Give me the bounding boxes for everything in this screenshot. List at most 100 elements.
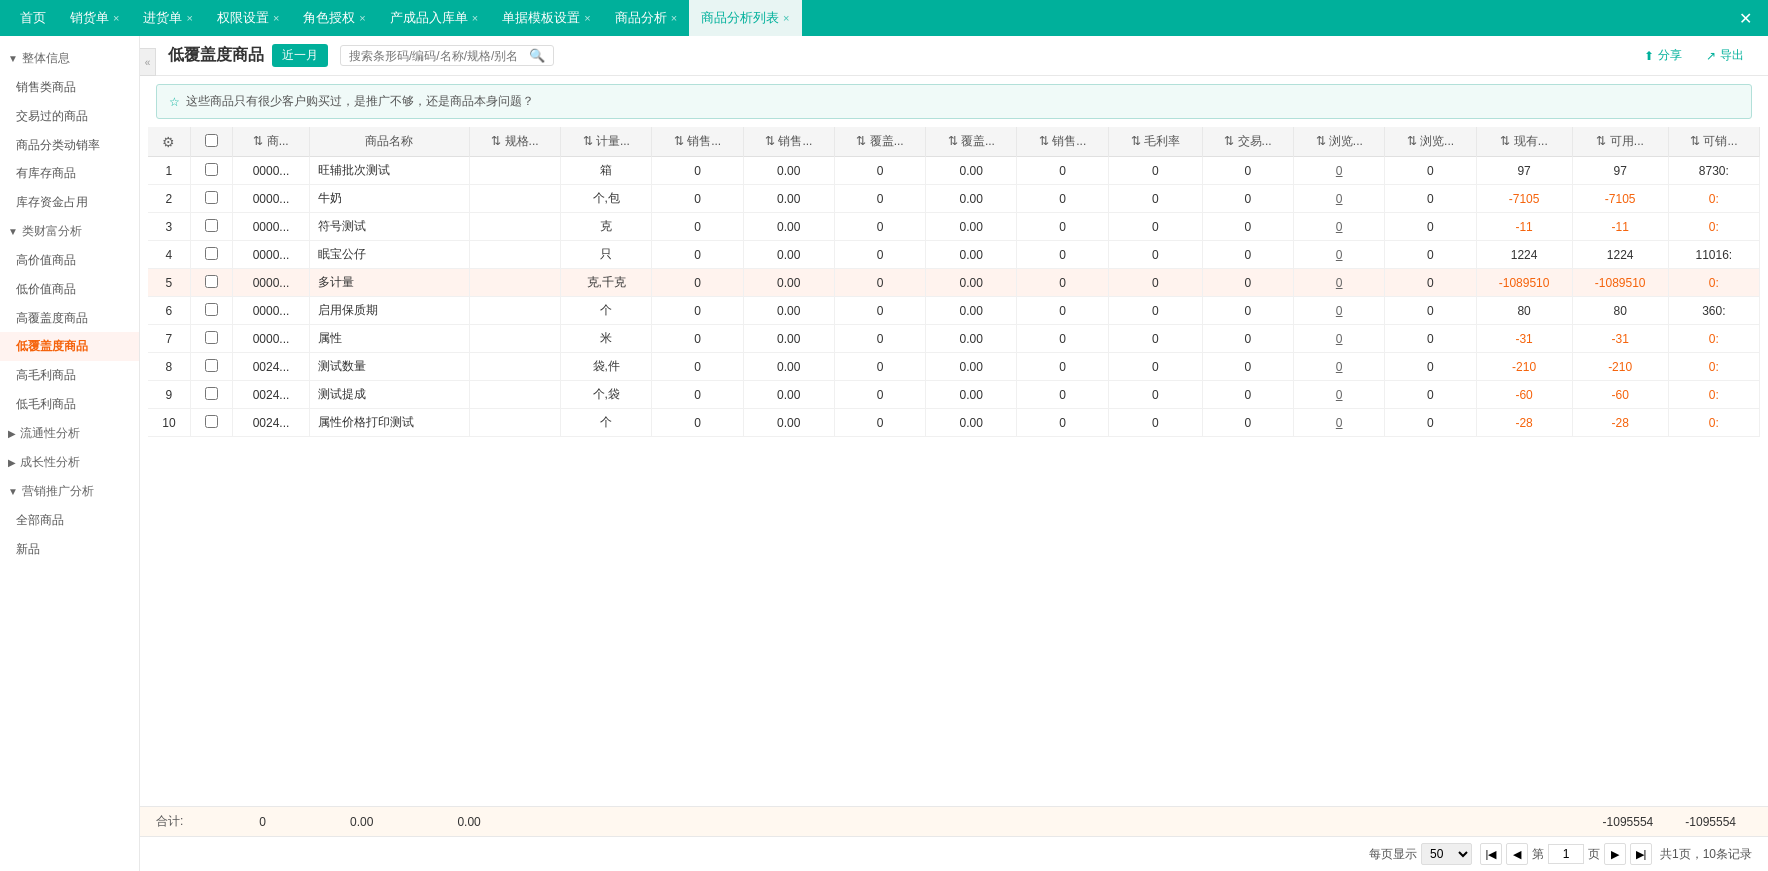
nav-purchase-order[interactable]: 进货单 ×: [131, 0, 204, 36]
row-browse1[interactable]: 0: [1294, 213, 1385, 241]
col-checkbox[interactable]: [190, 127, 233, 157]
per-page-dropdown[interactable]: 50 100 200: [1421, 843, 1472, 865]
row-browse1[interactable]: 0: [1294, 297, 1385, 325]
row-checkbox[interactable]: [190, 381, 233, 409]
sidebar-collapse-button[interactable]: «: [140, 48, 156, 76]
nav-role-auth[interactable]: 角色授权 ×: [291, 0, 377, 36]
search-icon[interactable]: 🔍: [529, 48, 545, 63]
row-select-checkbox[interactable]: [205, 303, 218, 316]
row-select-checkbox[interactable]: [205, 163, 218, 176]
row-select-checkbox[interactable]: [205, 191, 218, 204]
col-name[interactable]: 商品名称: [309, 127, 469, 157]
col-sales-amount[interactable]: ⇅ 销售...: [743, 127, 834, 157]
prev-page-button[interactable]: ◀: [1506, 843, 1528, 865]
close-icon[interactable]: ×: [273, 12, 279, 24]
col-gross-rate[interactable]: ⇅ 毛利率: [1108, 127, 1202, 157]
row-select-checkbox[interactable]: [205, 247, 218, 260]
sidebar-item-stock-capital[interactable]: 库存资金占用: [0, 188, 139, 217]
col-sellable[interactable]: ⇅ 可销...: [1668, 127, 1759, 157]
row-checkbox[interactable]: [190, 241, 233, 269]
sidebar-item-sales-goods[interactable]: 销售类商品: [0, 73, 139, 102]
table-wrapper[interactable]: ⚙ ⇅ 商... 商品名称 ⇅ 规格... ⇅ 计量... ⇅ 销售... ⇅ …: [148, 127, 1760, 806]
close-icon[interactable]: ×: [359, 12, 365, 24]
sidebar-item-category-rate[interactable]: 商品分类动销率: [0, 131, 139, 160]
nav-template-settings[interactable]: 单据模板设置 ×: [490, 0, 602, 36]
row-select-checkbox[interactable]: [205, 219, 218, 232]
row-browse1[interactable]: 0: [1294, 409, 1385, 437]
sidebar-section-growth[interactable]: ▶ 成长性分析: [0, 448, 139, 477]
row-browse2: 0: [1385, 185, 1476, 213]
col-coverage1[interactable]: ⇅ 覆盖...: [834, 127, 925, 157]
sidebar-item-all-goods[interactable]: 全部商品: [0, 506, 139, 535]
row-select-checkbox[interactable]: [205, 415, 218, 428]
col-current[interactable]: ⇅ 现有...: [1476, 127, 1572, 157]
row-browse1[interactable]: 0: [1294, 381, 1385, 409]
col-sales3[interactable]: ⇅ 销售...: [1017, 127, 1108, 157]
sidebar-item-high-margin[interactable]: 高毛利商品: [0, 361, 139, 390]
sidebar-item-new-goods[interactable]: 新品: [0, 535, 139, 564]
sidebar-item-low-coverage[interactable]: 低覆盖度商品: [0, 332, 139, 361]
sidebar-section-wealth[interactable]: ▼ 类财富分析: [0, 217, 139, 246]
col-browse2[interactable]: ⇅ 浏览...: [1385, 127, 1476, 157]
nav-product-inbound[interactable]: 产成品入库单 ×: [378, 0, 490, 36]
nav-product-analysis-list[interactable]: 商品分析列表 ×: [689, 0, 801, 36]
close-icon[interactable]: ×: [186, 12, 192, 24]
nav-sales-order[interactable]: 销货单 ×: [58, 0, 131, 36]
close-icon[interactable]: ×: [671, 12, 677, 24]
row-checkbox[interactable]: [190, 185, 233, 213]
row-select-checkbox[interactable]: [205, 359, 218, 372]
row-checkbox[interactable]: [190, 409, 233, 437]
first-page-button[interactable]: |◀: [1480, 843, 1502, 865]
col-spec[interactable]: ⇅ 规格...: [469, 127, 560, 157]
sidebar-item-in-stock[interactable]: 有库存商品: [0, 159, 139, 188]
row-checkbox[interactable]: [190, 353, 233, 381]
settings-icon[interactable]: ⚙: [162, 134, 175, 150]
row-checkbox[interactable]: [190, 325, 233, 353]
col-browse1[interactable]: ⇅ 浏览...: [1294, 127, 1385, 157]
row-browse1[interactable]: 0: [1294, 353, 1385, 381]
row-select-checkbox[interactable]: [205, 331, 218, 344]
nav-home[interactable]: 首页: [8, 0, 58, 36]
close-icon[interactable]: ×: [584, 12, 590, 24]
export-button[interactable]: ↗ 导出: [1698, 47, 1752, 64]
last-page-button[interactable]: ▶|: [1630, 843, 1652, 865]
col-transaction[interactable]: ⇅ 交易...: [1202, 127, 1293, 157]
next-page-button[interactable]: ▶: [1604, 843, 1626, 865]
col-sales-count[interactable]: ⇅ 销售...: [652, 127, 743, 157]
row-browse1[interactable]: 0: [1294, 185, 1385, 213]
page-number-input[interactable]: [1548, 844, 1584, 864]
col-settings[interactable]: ⚙: [148, 127, 190, 157]
nav-product-analysis[interactable]: 商品分析 ×: [603, 0, 689, 36]
sidebar-item-low-margin[interactable]: 低毛利商品: [0, 390, 139, 419]
col-coverage2[interactable]: ⇅ 覆盖...: [926, 127, 1017, 157]
sidebar-item-high-value[interactable]: 高价值商品: [0, 246, 139, 275]
sidebar-section-liquidity[interactable]: ▶ 流通性分析: [0, 419, 139, 448]
row-browse1[interactable]: 0: [1294, 157, 1385, 185]
col-available[interactable]: ⇅ 可用...: [1572, 127, 1668, 157]
close-icon[interactable]: ×: [472, 12, 478, 24]
window-close-button[interactable]: ✕: [1731, 9, 1760, 28]
row-checkbox[interactable]: [190, 269, 233, 297]
sidebar-section-overall[interactable]: ▼ 整体信息: [0, 44, 139, 73]
row-select-checkbox[interactable]: [205, 387, 218, 400]
sidebar-item-traded-goods[interactable]: 交易过的商品: [0, 102, 139, 131]
close-icon[interactable]: ×: [783, 12, 789, 24]
row-select-checkbox[interactable]: [205, 275, 218, 288]
sidebar-item-low-value[interactable]: 低价值商品: [0, 275, 139, 304]
row-checkbox[interactable]: [190, 213, 233, 241]
sidebar-section-marketing[interactable]: ▼ 营销推广分析: [0, 477, 139, 506]
row-browse1[interactable]: 0: [1294, 241, 1385, 269]
col-code[interactable]: ⇅ 商...: [233, 127, 309, 157]
nav-permissions[interactable]: 权限设置 ×: [205, 0, 291, 36]
share-button[interactable]: ⬆ 分享: [1636, 47, 1690, 64]
search-input[interactable]: [349, 49, 529, 63]
row-checkbox[interactable]: [190, 297, 233, 325]
row-browse1[interactable]: 0: [1294, 325, 1385, 353]
time-filter-button[interactable]: 近一月: [272, 44, 328, 67]
sidebar-item-high-coverage[interactable]: 高覆盖度商品: [0, 304, 139, 333]
row-checkbox[interactable]: [190, 157, 233, 185]
select-all-checkbox[interactable]: [205, 134, 218, 147]
row-browse1[interactable]: 0: [1294, 269, 1385, 297]
col-unit[interactable]: ⇅ 计量...: [561, 127, 652, 157]
close-icon[interactable]: ×: [113, 12, 119, 24]
